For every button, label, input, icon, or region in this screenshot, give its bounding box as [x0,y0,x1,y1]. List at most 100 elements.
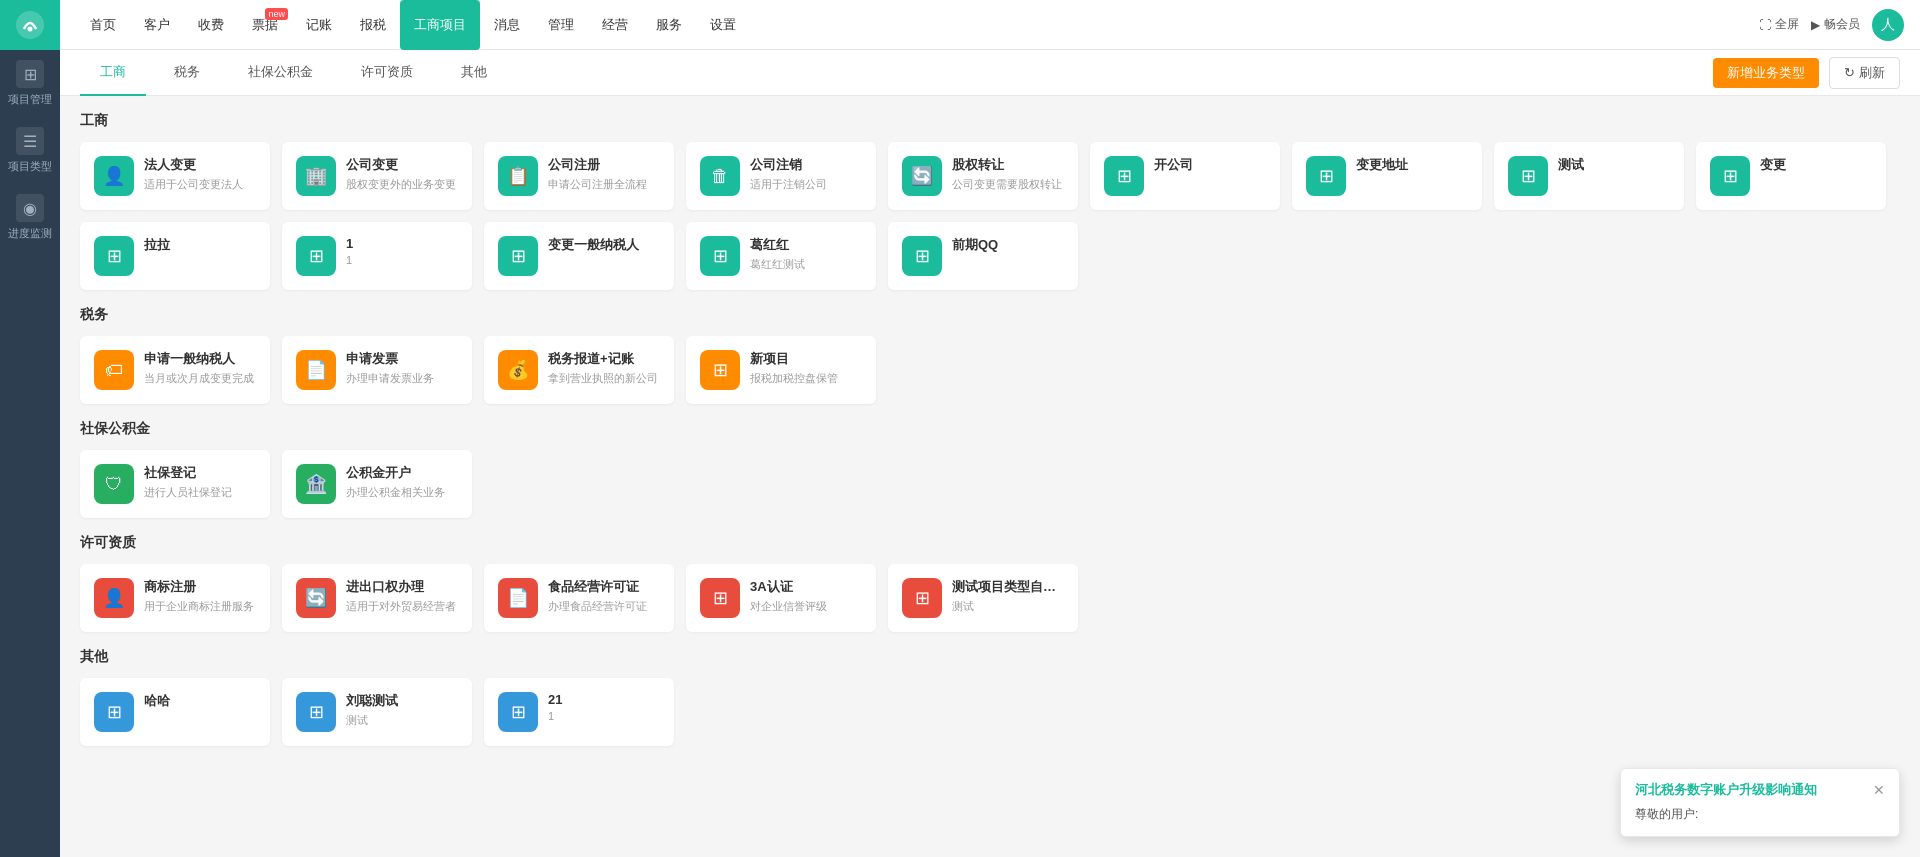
card-icon-c7: ⊞ [1306,156,1346,196]
card-c12[interactable]: ⊞ 变更一般纳税人 [484,222,674,290]
tab-gongshang[interactable]: 工商 [80,50,146,96]
new-badge: new [265,8,288,20]
project-mgmt-icon: ⊞ [16,60,44,88]
card-name-c3: 公司注册 [548,156,660,174]
tabs-actions: 新增业务类型 ↻ 刷新 [1713,57,1900,89]
section-title-shebao: 社保公积金 [80,420,1900,438]
nav-operation[interactable]: 经营 [588,0,642,50]
card-c4[interactable]: 🗑 公司注销 适用于注销公司 [686,142,876,210]
card-name-c11: 1 [346,236,458,251]
card-x2[interactable]: 🔄 进出口权办理 适用于对外贸易经营者 [282,564,472,632]
card-x3[interactable]: 📄 食品经营许可证 办理食品经营许可证 [484,564,674,632]
nav-ticket[interactable]: 票据 new [238,0,292,50]
nav-management[interactable]: 管理 [534,0,588,50]
sidebar-item-project-type[interactable]: ☰ 项目类型 [0,117,60,184]
card-desc-c1: 适用于公司变更法人 [144,177,256,192]
card-t2[interactable]: 📄 申请发票 办理申请发票业务 [282,336,472,404]
nav-home[interactable]: 首页 [76,0,130,50]
card-c10[interactable]: ⊞ 拉拉 [80,222,270,290]
nav-industry[interactable]: 工商项目 [400,0,480,50]
card-desc-x4: 对企业信誉评级 [750,599,862,614]
user-avatar[interactable]: 人 [1872,9,1904,41]
card-c6[interactable]: ⊞ 开公司 [1090,142,1280,210]
card-icon-c12: ⊞ [498,236,538,276]
card-name-x1: 商标注册 [144,578,256,596]
card-name-c8: 测试 [1558,156,1670,174]
tab-shuiwu[interactable]: 税务 [154,50,220,96]
nav-bookkeeping[interactable]: 记账 [292,0,346,50]
card-icon-c14: ⊞ [902,236,942,276]
card-t1[interactable]: 🏷 申请一般纳税人 当月或次月成变更完成 [80,336,270,404]
notification-header: 河北税务数字账户升级影响通知 ✕ [1635,781,1885,799]
vip-btn[interactable]: ▶ 畅会员 [1811,16,1860,33]
card-icon-c3: 📋 [498,156,538,196]
topnav-right: ⛶ 全屏 ▶ 畅会员 人 [1759,9,1904,41]
card-s2[interactable]: 🏦 公积金开户 办理公积金相关业务 [282,450,472,518]
card-c14[interactable]: ⊞ 前期QQ [888,222,1078,290]
card-desc-c2: 股权变更外的业务变更 [346,177,458,192]
nav-tax[interactable]: 报税 [346,0,400,50]
card-o3[interactable]: ⊞ 21 1 [484,678,674,746]
card-icon-c4: 🗑 [700,156,740,196]
cards-grid-shebao: 🛡 社保登记 进行人员社保登记 🏦 公积金开户 办理公积金相关业务 [80,450,1900,518]
card-name-c9: 变更 [1760,156,1872,174]
top-navigation: 首页 客户 收费 票据 new 记账 报税 工商项目 消息 管理 经营 服务 设… [60,0,1920,50]
card-x5[interactable]: ⊞ 测试项目类型自定义 测试 [888,564,1078,632]
vip-icon: ▶ [1811,18,1820,32]
card-desc-x1: 用于企业商标注册服务 [144,599,256,614]
card-desc-t4: 报税加税控盘保管 [750,371,862,386]
sidebar-item-project-mgmt[interactable]: ⊞ 项目管理 [0,50,60,117]
card-s1[interactable]: 🛡 社保登记 进行人员社保登记 [80,450,270,518]
card-t3[interactable]: 💰 税务报道+记账 拿到营业执照的新公司 [484,336,674,404]
card-icon-s1: 🛡 [94,464,134,504]
card-o2[interactable]: ⊞ 刘聪测试 测试 [282,678,472,746]
card-icon-o3: ⊞ [498,692,538,732]
card-c11[interactable]: ⊞ 1 1 [282,222,472,290]
card-icon-t2: 📄 [296,350,336,390]
card-x1[interactable]: 👤 商标注册 用于企业商标注册服务 [80,564,270,632]
card-c2[interactable]: 🏢 公司变更 股权变更外的业务变更 [282,142,472,210]
nav-service[interactable]: 服务 [642,0,696,50]
fullscreen-icon: ⛶ [1759,18,1771,32]
card-icon-t1: 🏷 [94,350,134,390]
card-desc-t3: 拿到营业执照的新公司 [548,371,660,386]
refresh-button[interactable]: ↻ 刷新 [1829,57,1900,89]
card-c1[interactable]: 👤 法人变更 适用于公司变更法人 [80,142,270,210]
card-name-t4: 新项目 [750,350,862,368]
card-t4[interactable]: ⊞ 新项目 报税加税控盘保管 [686,336,876,404]
section-title-other: 其他 [80,648,1900,666]
section-title-shuiwu: 税务 [80,306,1900,324]
tab-shebao[interactable]: 社保公积金 [228,50,333,96]
card-icon-t4: ⊞ [700,350,740,390]
card-c7[interactable]: ⊞ 变更地址 [1292,142,1482,210]
card-desc-x5: 测试 [952,599,1064,614]
tab-other[interactable]: 其他 [441,50,507,96]
card-name-c10: 拉拉 [144,236,256,254]
card-desc-c5: 公司变更需要股权转让 [952,177,1064,192]
nav-billing[interactable]: 收费 [184,0,238,50]
card-icon-x4: ⊞ [700,578,740,618]
sidebar-item-progress-monitor[interactable]: ◉ 进度监测 [0,184,60,251]
card-c13[interactable]: ⊞ 葛红红 葛红红测试 [686,222,876,290]
tab-xuke[interactable]: 许可资质 [341,50,433,96]
fullscreen-btn[interactable]: ⛶ 全屏 [1759,16,1799,33]
page-body: 工商 👤 法人变更 适用于公司变更法人 🏢 公司变更 股权变更外的业务变更 [60,96,1920,857]
card-x4[interactable]: ⊞ 3A认证 对企业信誉评级 [686,564,876,632]
card-c9[interactable]: ⊞ 变更 [1696,142,1886,210]
notification-title: 河北税务数字账户升级影响通知 [1635,781,1817,799]
nav-customer[interactable]: 客户 [130,0,184,50]
nav-settings[interactable]: 设置 [696,0,750,50]
nav-message[interactable]: 消息 [480,0,534,50]
card-name-o3: 21 [548,692,660,707]
card-c5[interactable]: 🔄 股权转让 公司变更需要股权转让 [888,142,1078,210]
svg-point-1 [28,27,33,32]
card-c3[interactable]: 📋 公司注册 申请公司注册全流程 [484,142,674,210]
main-area: 首页 客户 收费 票据 new 记账 报税 工商项目 消息 管理 经营 服务 设… [60,0,1920,857]
new-type-button[interactable]: 新增业务类型 [1713,58,1819,88]
card-o1[interactable]: ⊞ 哈哈 [80,678,270,746]
card-name-c4: 公司注销 [750,156,862,174]
card-desc-x2: 适用于对外贸易经营者 [346,599,458,614]
card-c8[interactable]: ⊞ 测试 [1494,142,1684,210]
card-desc-t2: 办理申请发票业务 [346,371,458,386]
notification-close-btn[interactable]: ✕ [1873,782,1885,798]
